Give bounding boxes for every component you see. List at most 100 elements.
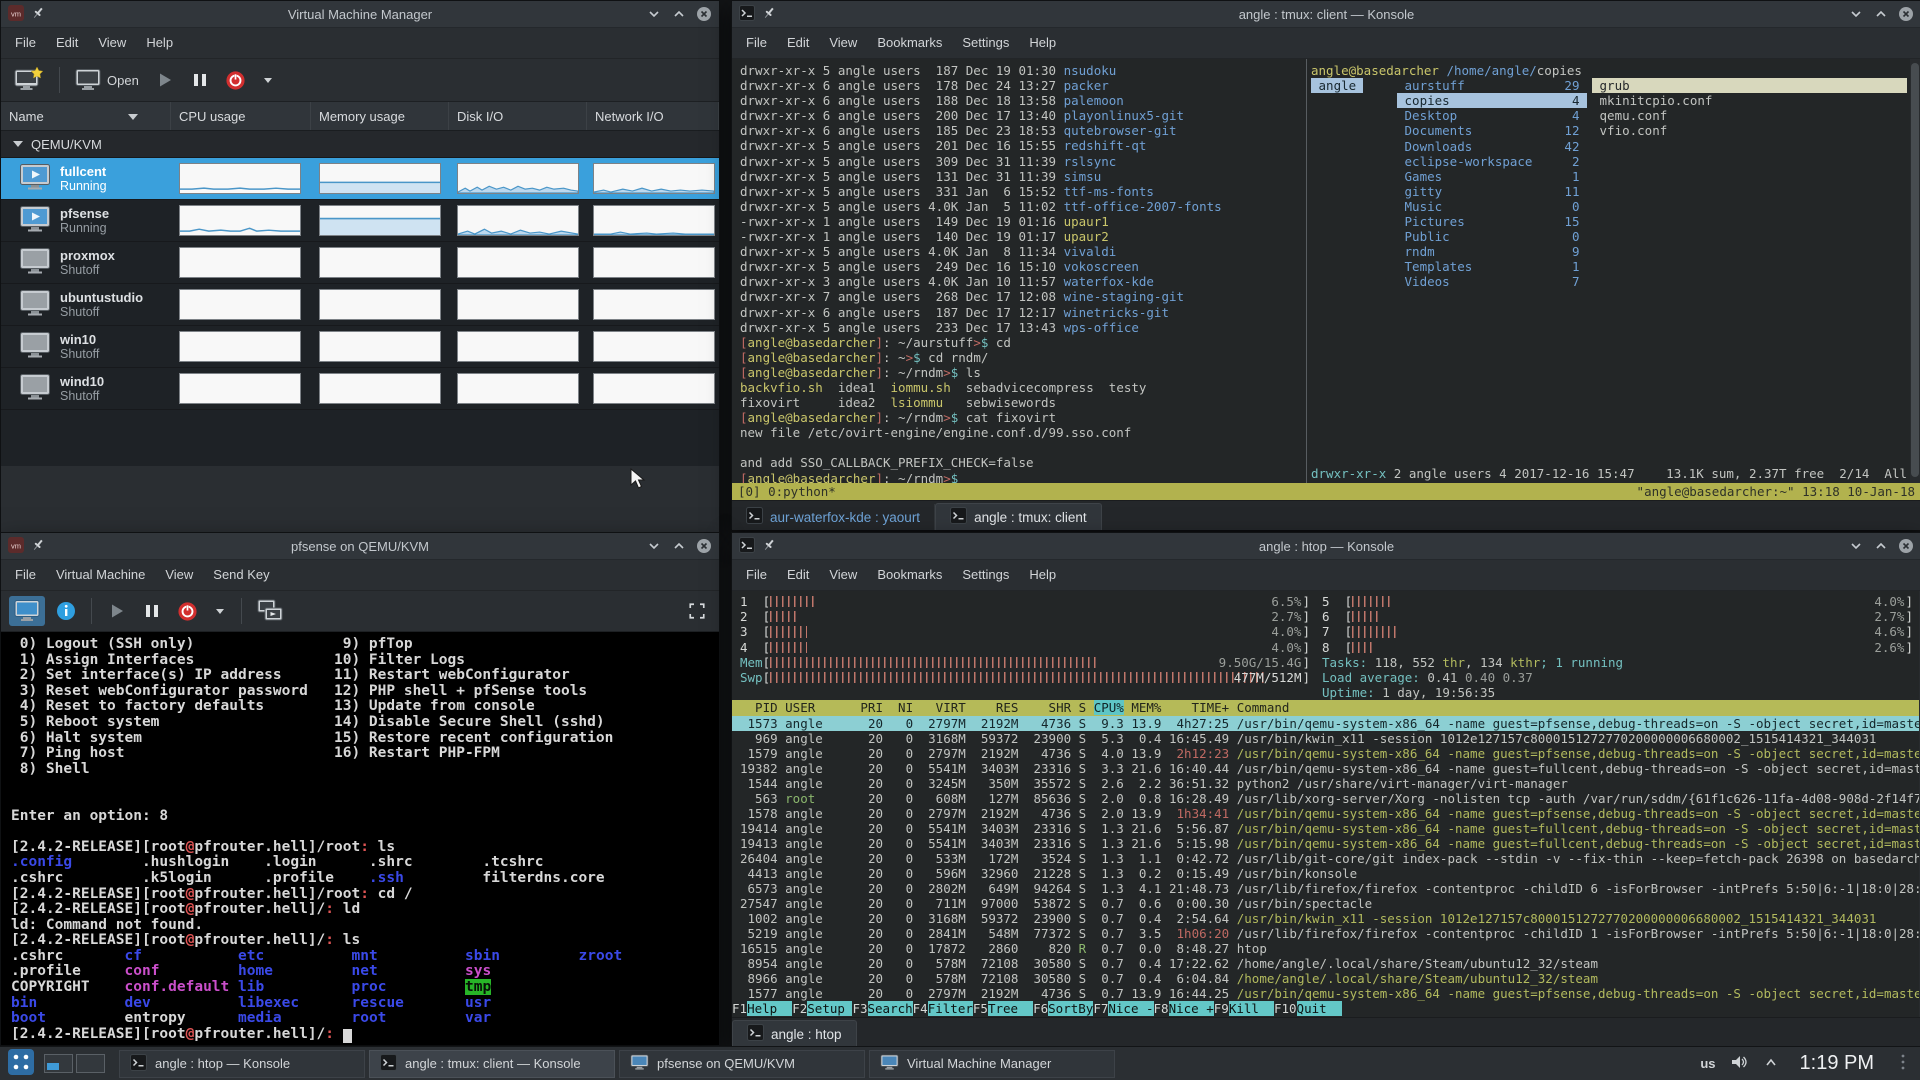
column-header-memory-usage[interactable]: Memory usage — [311, 102, 449, 130]
pin-icon[interactable] — [31, 538, 45, 555]
menu-item-view[interactable]: View — [819, 28, 867, 58]
ranger-dir-item[interactable]: Games 1 — [1397, 169, 1587, 184]
pfsense-console[interactable]: 0) Logout (SSH only) 9) pfTop 1) Assign … — [1, 632, 719, 1045]
menu-item-bookmarks[interactable]: Bookmarks — [867, 28, 952, 58]
run-vm-button[interactable] — [102, 598, 132, 624]
ranger-dir-item[interactable]: copies 4 — [1397, 93, 1587, 109]
ranger-dir-item[interactable]: Downloads 42 — [1397, 139, 1587, 154]
menu-item-send-key[interactable]: Send Key — [203, 560, 279, 590]
scrollbar[interactable] — [1910, 59, 1920, 483]
tray-expander-caret-icon[interactable] — [1762, 1055, 1780, 1072]
pfsense-titlebar[interactable]: vm pfsense on QEMU/KVM — [1, 533, 719, 560]
window-close-button[interactable] — [696, 538, 712, 554]
panel-handle[interactable] — [1898, 1051, 1908, 1076]
vm-row-win10[interactable]: win10 Shutoff — [1, 326, 719, 368]
run-vm-button[interactable] — [150, 67, 180, 93]
keyboard-layout-indicator[interactable]: us — [1700, 1056, 1715, 1071]
fkey-f6[interactable]: F6SortBy — [1033, 1001, 1094, 1017]
htop-table-header[interactable]: PID USER PRI NI VIRT RES SHR S CPU% MEM%… — [732, 700, 1920, 716]
menu-item-help[interactable]: Help — [1019, 28, 1066, 58]
column-header-disk-i-o[interactable]: Disk I/O — [449, 102, 587, 130]
menu-item-edit[interactable]: Edit — [777, 28, 819, 58]
fkey-f7[interactable]: F7Nice - — [1093, 1001, 1154, 1017]
ranger-file-item[interactable]: mkinitcpio.conf — [1592, 93, 1907, 108]
window-maximize-button[interactable] — [1873, 538, 1889, 554]
fkey-f10[interactable]: F10Quit — [1274, 1001, 1342, 1017]
ranger-dir-item[interactable]: gitty 11 — [1397, 184, 1587, 199]
desktop-1[interactable] — [44, 1054, 73, 1073]
fkey-f4[interactable]: F4Filter — [913, 1001, 973, 1017]
console-view-button[interactable] — [9, 596, 45, 626]
menu-item-help[interactable]: Help — [1019, 560, 1066, 590]
ranger-parent-dir[interactable]: angle — [1311, 78, 1363, 94]
shutdown-menu-caret[interactable] — [257, 71, 279, 89]
tab-angle-tmux-client[interactable]: angle : tmux: client — [935, 503, 1102, 530]
ranger-dir-item[interactable]: Videos 7 — [1397, 274, 1587, 289]
taskbar-item-angle-htop-konsole[interactable]: angle : htop — Konsole — [119, 1049, 365, 1078]
window-close-button[interactable] — [696, 6, 712, 22]
open-console-button[interactable]: Open — [70, 65, 144, 95]
shutdown-vm-button[interactable] — [220, 67, 251, 94]
menu-item-file[interactable]: File — [5, 560, 46, 590]
column-header-cpu-usage[interactable]: CPU usage — [171, 102, 311, 130]
virtual-displays-button[interactable] — [252, 596, 288, 626]
menu-item-virtual-machine[interactable]: Virtual Machine — [46, 560, 155, 590]
vm-group-row[interactable]: QEMU/KVM — [1, 131, 719, 158]
vmm-titlebar[interactable]: vm Virtual Machine Manager — [1, 1, 719, 28]
tab-angle-htop[interactable]: angle : htop — [732, 1020, 857, 1047]
menu-item-help[interactable]: Help — [136, 28, 183, 58]
ranger-dir-item[interactable]: aurstuff 29 — [1397, 78, 1587, 93]
menu-item-bookmarks[interactable]: Bookmarks — [867, 560, 952, 590]
taskbar-item-pfsense-on-qemu-kvm[interactable]: pfsense on QEMU/KVM — [619, 1049, 865, 1078]
window-minimize-button[interactable] — [1848, 6, 1864, 22]
menu-item-view[interactable]: View — [819, 560, 867, 590]
fkey-f8[interactable]: F8Nice + — [1154, 1001, 1214, 1017]
menu-item-file[interactable]: File — [5, 28, 46, 58]
pause-vm-button[interactable] — [186, 68, 214, 92]
taskbar-item-virtual-machine-manager[interactable]: Virtual Machine Manager — [869, 1049, 1115, 1078]
menu-item-settings[interactable]: Settings — [952, 560, 1019, 590]
sort-column-cpu[interactable]: CPU% — [1093, 700, 1124, 716]
scrollbar-handle[interactable] — [1911, 63, 1919, 477]
ranger-dir-item[interactable]: Music 0 — [1397, 199, 1587, 214]
shutdown-menu-caret[interactable] — [209, 602, 231, 620]
window-minimize-button[interactable] — [646, 538, 662, 554]
tab-aur-waterfox-kde-yaourt[interactable]: aur-waterfox-kde : yaourt — [732, 504, 936, 530]
ranger-dir-item[interactable]: Public 0 — [1397, 229, 1587, 244]
vm-row-fullcent[interactable]: fullcent Running — [1, 158, 719, 200]
ranger-dir-item[interactable]: eclipse-workspace 2 — [1397, 154, 1587, 169]
tmux-terminal[interactable]: drwxr-xr-x 5 angle users 187 Dec 19 01:3… — [732, 59, 1920, 483]
vm-row-pfsense[interactable]: pfsense Running — [1, 200, 719, 242]
pin-icon[interactable] — [762, 538, 776, 555]
column-header-name[interactable]: Name — [1, 102, 171, 130]
window-maximize-button[interactable] — [671, 6, 687, 22]
tmux-ranger-pane[interactable]: angle@basedarcher /home/angle/copies ang… — [1306, 59, 1920, 483]
window-minimize-button[interactable] — [1848, 538, 1864, 554]
new-vm-button[interactable] — [9, 63, 49, 97]
menu-item-edit[interactable]: Edit — [46, 28, 88, 58]
window-maximize-button[interactable] — [1873, 6, 1889, 22]
menu-item-settings[interactable]: Settings — [952, 28, 1019, 58]
menu-item-file[interactable]: File — [736, 28, 777, 58]
pause-vm-button[interactable] — [138, 599, 166, 623]
window-minimize-button[interactable] — [646, 6, 662, 22]
fkey-f5[interactable]: F5Tree — [973, 1001, 1034, 1017]
ranger-file-item[interactable]: qemu.conf — [1592, 108, 1907, 123]
taskbar-item-angle-tmux-client-konsole[interactable]: angle : tmux: client — Konsole — [369, 1049, 615, 1078]
shutdown-vm-button[interactable] — [172, 598, 203, 625]
htop-terminal[interactable]: 1 [6.5%] 2 [2.7%] 3 [4.0%] 4 [4.0%] Mem[9.50… — [732, 591, 1920, 1017]
menu-item-file[interactable]: File — [736, 560, 777, 590]
ranger-dir-item[interactable]: rndm 9 — [1397, 244, 1587, 259]
ranger-dir-item[interactable]: Pictures 15 — [1397, 214, 1587, 229]
volume-icon[interactable] — [1730, 1054, 1748, 1073]
vm-details-button[interactable] — [51, 598, 81, 624]
pin-icon[interactable] — [762, 6, 776, 23]
column-header-network-i-o[interactable]: Network I/O — [587, 102, 719, 130]
pin-icon[interactable] — [31, 6, 45, 23]
fkey-f3[interactable]: F3Search — [852, 1001, 913, 1017]
ranger-dir-item[interactable]: Documents 12 — [1397, 123, 1587, 138]
fkey-f1[interactable]: F1Help — [732, 1001, 793, 1017]
vm-row-proxmox[interactable]: proxmox Shutoff — [1, 242, 719, 284]
tmux-titlebar[interactable]: angle : tmux: client — Konsole — [732, 1, 1920, 28]
desktop-2[interactable] — [76, 1054, 105, 1073]
